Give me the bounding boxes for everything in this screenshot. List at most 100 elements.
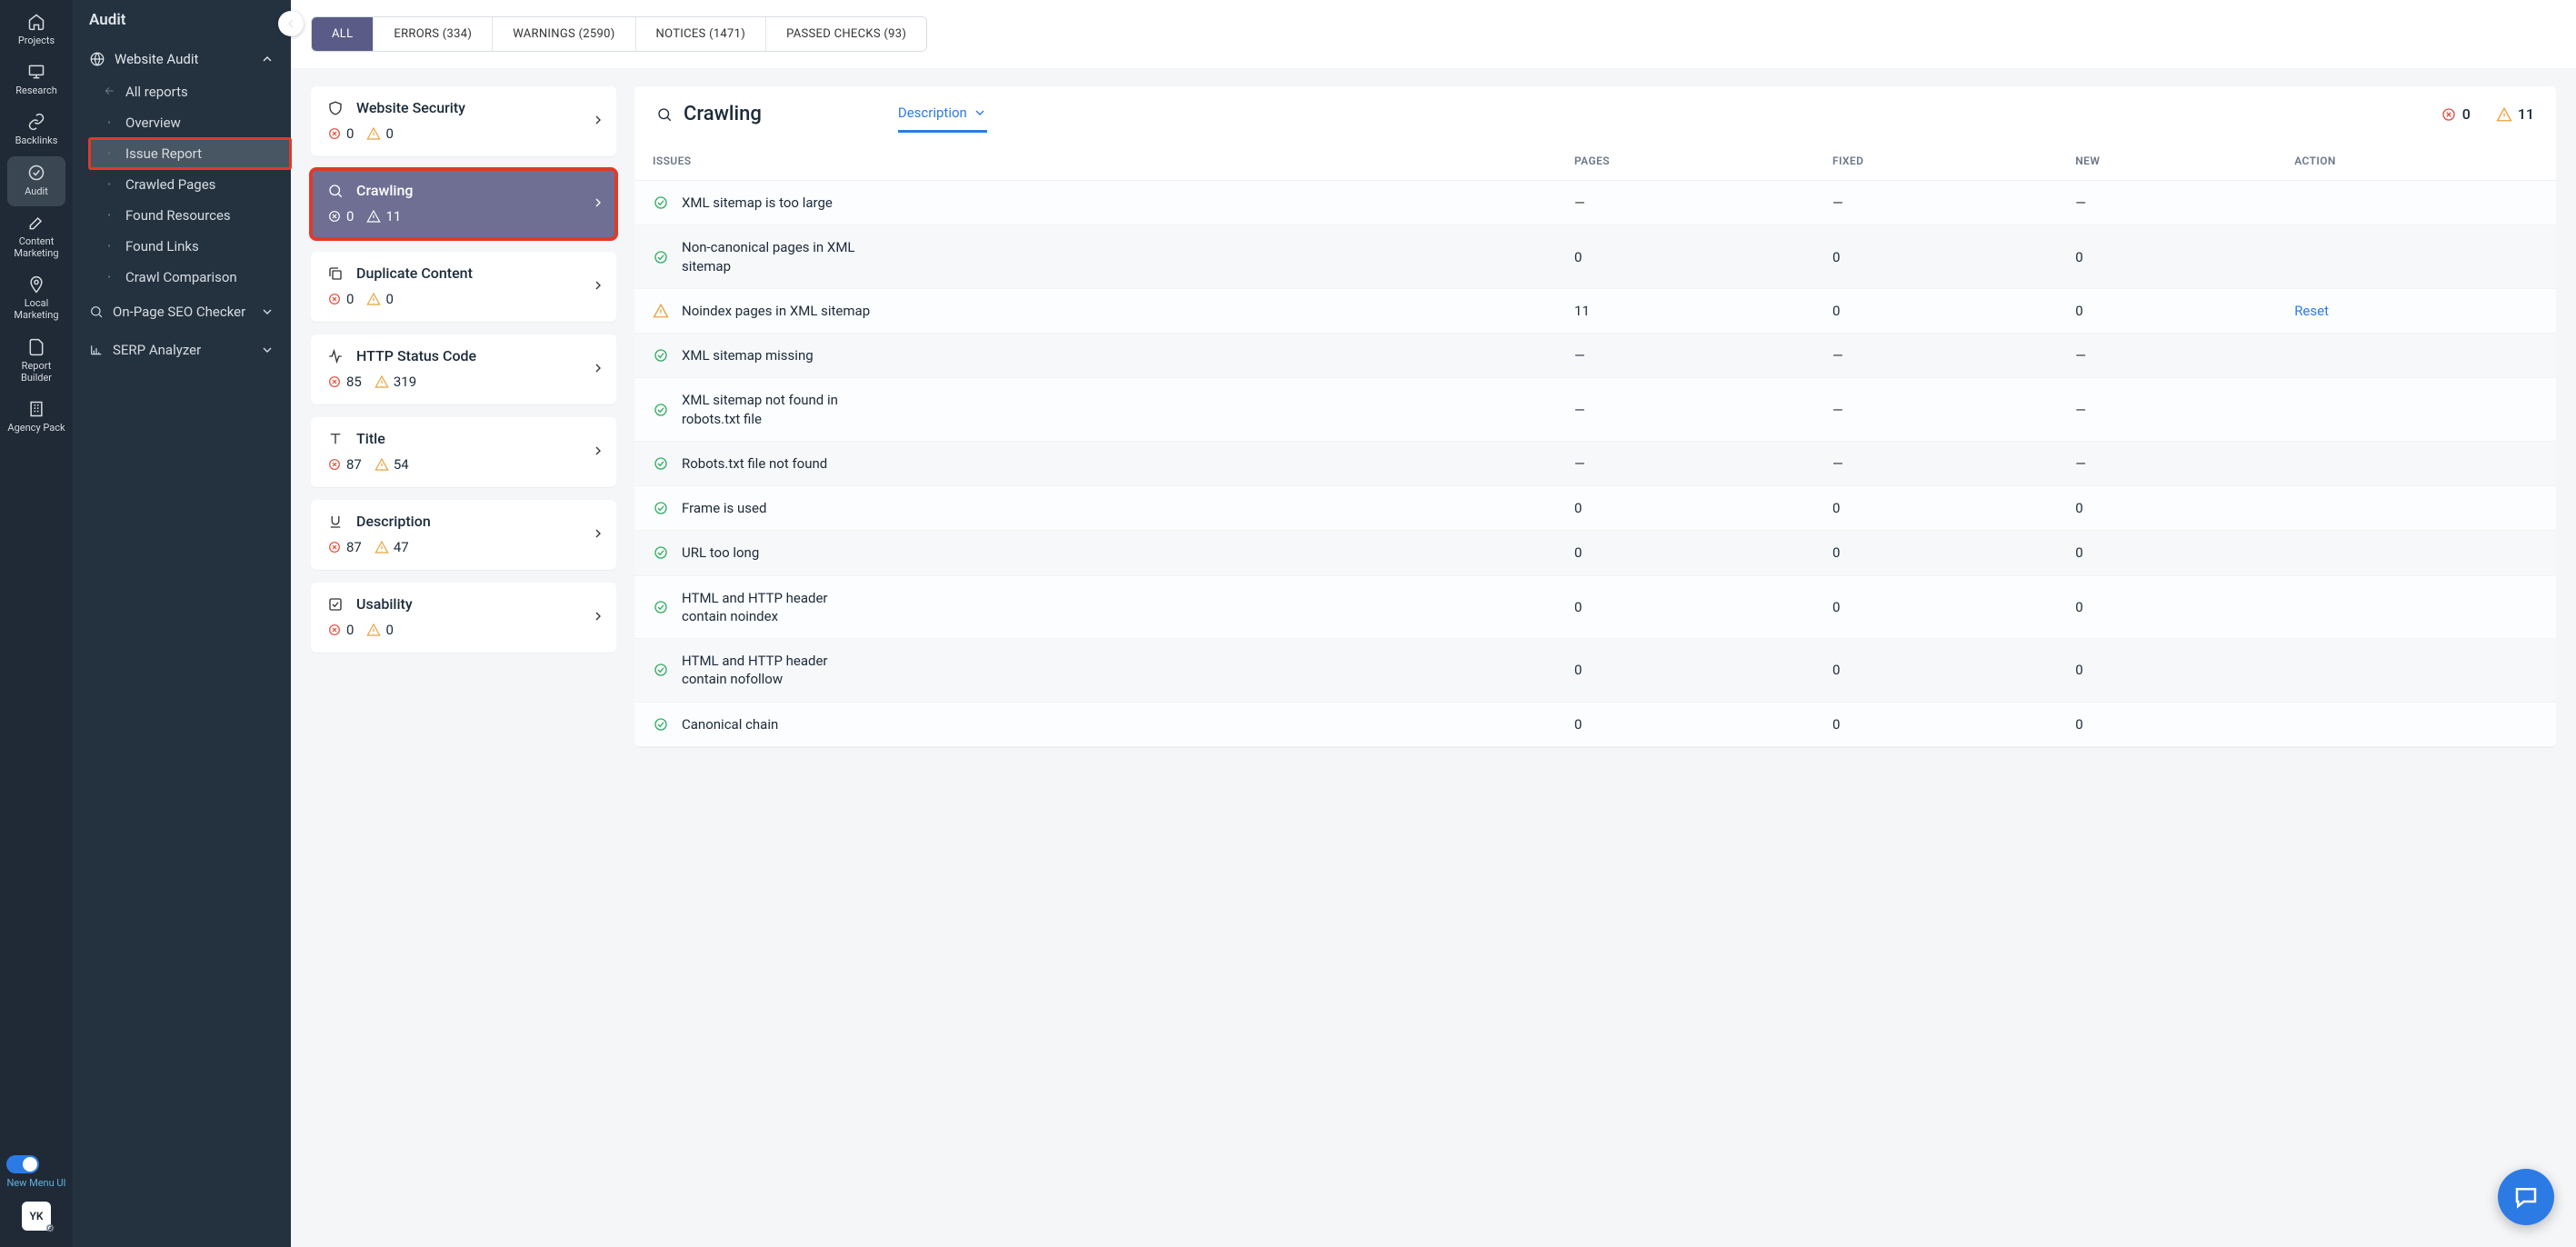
card-errors: 0 bbox=[327, 208, 354, 224]
search-icon bbox=[656, 106, 673, 123]
new-menu-ui-toggle[interactable] bbox=[6, 1155, 39, 1173]
category-card-duplicate-content[interactable]: Duplicate Content 0 0 bbox=[311, 252, 616, 322]
rail-item-research[interactable]: Research bbox=[7, 55, 65, 105]
warning-icon bbox=[374, 457, 389, 472]
table-row[interactable]: Frame is used 0 0 0 bbox=[634, 486, 2556, 531]
category-card-crawling[interactable]: Crawling 0 11 bbox=[311, 169, 616, 239]
tab-errors[interactable]: ERRORS (334) bbox=[374, 17, 493, 51]
cell-fixed: — bbox=[1814, 334, 2057, 378]
cell-new: — bbox=[2057, 334, 2276, 378]
card-warnings-value: 0 bbox=[385, 291, 393, 307]
sidebar-tool-on-page-seo-checker[interactable]: On-Page SEO Checker bbox=[73, 293, 291, 331]
warning-icon bbox=[366, 209, 381, 224]
category-card-website-security[interactable]: Website Security 0 0 bbox=[311, 86, 616, 156]
tab-all[interactable]: ALL bbox=[312, 17, 374, 51]
table-row[interactable]: HTML and HTTP header contain nofollow 0 … bbox=[634, 639, 2556, 703]
cell-pages: 0 bbox=[1556, 531, 1814, 575]
issues-table: ISSUESPAGESFIXEDNEWACTION XML sitemap is… bbox=[634, 142, 2556, 747]
panel-title-text: Crawling bbox=[684, 103, 762, 125]
category-card-http-status-code[interactable]: HTTP Status Code 85 319 bbox=[311, 334, 616, 404]
card-title: HTTP Status Code bbox=[356, 347, 476, 364]
cell-new: — bbox=[2057, 181, 2276, 225]
table-row[interactable]: XML sitemap not found in robots.txt file… bbox=[634, 378, 2556, 442]
tab-notices[interactable]: NOTICES (1471) bbox=[636, 17, 767, 51]
card-errors-value: 85 bbox=[346, 374, 362, 390]
edit-icon bbox=[27, 214, 45, 232]
rail-item-content-marketing[interactable]: Content Marketing bbox=[7, 206, 65, 268]
toggle-label: New Menu UI bbox=[6, 1177, 65, 1189]
table-row[interactable]: Non-canonical pages in XML sitemap 0 0 0 bbox=[634, 225, 2556, 289]
rail-item-local-marketing[interactable]: Local Marketing bbox=[7, 268, 65, 330]
col-issues: ISSUES bbox=[634, 142, 1556, 181]
error-icon bbox=[327, 457, 342, 472]
rail-item-agency-pack[interactable]: Agency Pack bbox=[7, 393, 65, 443]
sidebar-tool-serp-analyzer[interactable]: SERP Analyzer bbox=[73, 331, 291, 369]
view-dropdown[interactable]: Description bbox=[898, 105, 987, 133]
issue-name: XML sitemap is too large bbox=[682, 194, 833, 212]
table-row[interactable]: Noindex pages in XML sitemap 11 0 0 Rese… bbox=[634, 288, 2556, 333]
issue-name: Robots.txt file not found bbox=[682, 454, 827, 473]
rail-item-report-builder[interactable]: Report Builder bbox=[7, 331, 65, 393]
issue-name: XML sitemap missing bbox=[682, 346, 814, 364]
issue-name: Noindex pages in XML sitemap bbox=[682, 302, 870, 320]
rail-item-audit[interactable]: Audit bbox=[7, 156, 65, 206]
table-row[interactable]: HTML and HTTP header contain noindex 0 0… bbox=[634, 575, 2556, 639]
table-row[interactable]: XML sitemap is too large — — — bbox=[634, 181, 2556, 225]
rail-item-projects[interactable]: Projects bbox=[7, 5, 65, 55]
sidebar-item-label: All reports bbox=[125, 84, 188, 100]
avatar[interactable]: YK bbox=[22, 1202, 51, 1231]
nav-group-website-audit[interactable]: Website Audit bbox=[73, 42, 291, 76]
table-row[interactable]: XML sitemap missing — — — bbox=[634, 334, 2556, 378]
table-row[interactable]: Robots.txt file not found — — — bbox=[634, 441, 2556, 485]
error-icon bbox=[327, 623, 342, 637]
copy-icon bbox=[327, 265, 344, 282]
issue-name: HTML and HTTP header contain noindex bbox=[682, 589, 873, 626]
cell-new: 0 bbox=[2057, 531, 2276, 575]
card-errors: 0 bbox=[327, 622, 354, 638]
rail-item-backlinks[interactable]: Backlinks bbox=[7, 105, 65, 155]
tab-passed[interactable]: PASSED CHECKS (93) bbox=[766, 17, 926, 51]
collapse-sidebar-button[interactable] bbox=[278, 11, 304, 36]
table-row[interactable]: URL too long 0 0 0 bbox=[634, 531, 2556, 575]
action-reset[interactable]: Reset bbox=[2294, 303, 2329, 319]
category-card-title[interactable]: Title 87 54 bbox=[311, 417, 616, 487]
chat-button[interactable] bbox=[2498, 1169, 2554, 1225]
sidebar-item-overview[interactable]: •Overview bbox=[89, 107, 291, 138]
sidebar-item-crawl-comparison[interactable]: •Crawl Comparison bbox=[89, 262, 291, 293]
bullet-icon: • bbox=[102, 242, 116, 252]
dropdown-label: Description bbox=[898, 105, 967, 121]
cell-new: 0 bbox=[2057, 639, 2276, 703]
bullet-icon: • bbox=[102, 211, 116, 221]
cell-pages: 0 bbox=[1556, 575, 1814, 639]
sidebar-item-found-resources[interactable]: •Found Resources bbox=[89, 200, 291, 231]
category-card-description[interactable]: Description 87 47 bbox=[311, 500, 616, 570]
table-row[interactable]: Canonical chain 0 0 0 bbox=[634, 702, 2556, 746]
chevron-down-icon bbox=[260, 343, 275, 357]
status-icon bbox=[653, 347, 669, 364]
cell-pages: 0 bbox=[1556, 639, 1814, 703]
card-title: Title bbox=[356, 430, 385, 447]
globe-icon bbox=[89, 51, 105, 67]
chevron-up-icon bbox=[260, 52, 275, 66]
card-title: Crawling bbox=[356, 182, 413, 199]
card-warnings: 319 bbox=[374, 374, 416, 390]
sidebar-item-crawled-pages[interactable]: •Crawled Pages bbox=[89, 169, 291, 200]
status-icon bbox=[653, 544, 669, 561]
shield-icon bbox=[327, 100, 344, 116]
filter-tabs: ALLERRORS (334)WARNINGS (2590)NOTICES (1… bbox=[311, 16, 927, 52]
category-card-usability[interactable]: Usability 0 0 bbox=[311, 583, 616, 653]
issue-name: HTML and HTTP header contain nofollow bbox=[682, 652, 873, 689]
col-fixed: FIXED bbox=[1814, 142, 2057, 181]
tab-warnings[interactable]: WARNINGS (2590) bbox=[493, 17, 635, 51]
cell-pages: — bbox=[1556, 378, 1814, 442]
chevron-right-icon bbox=[591, 113, 605, 127]
sidebar-item-all-reports[interactable]: All reports bbox=[89, 76, 291, 107]
sidebar-item-issue-report[interactable]: •Issue Report bbox=[89, 138, 291, 169]
cell-pages: 0 bbox=[1556, 486, 1814, 531]
sidebar-item-found-links[interactable]: •Found Links bbox=[89, 231, 291, 262]
card-warnings-value: 54 bbox=[394, 456, 409, 473]
sidebar-item-label: Crawled Pages bbox=[125, 176, 215, 193]
card-warnings: 0 bbox=[366, 622, 393, 638]
total-warnings: 11 bbox=[2496, 105, 2534, 123]
error-icon bbox=[327, 209, 342, 224]
